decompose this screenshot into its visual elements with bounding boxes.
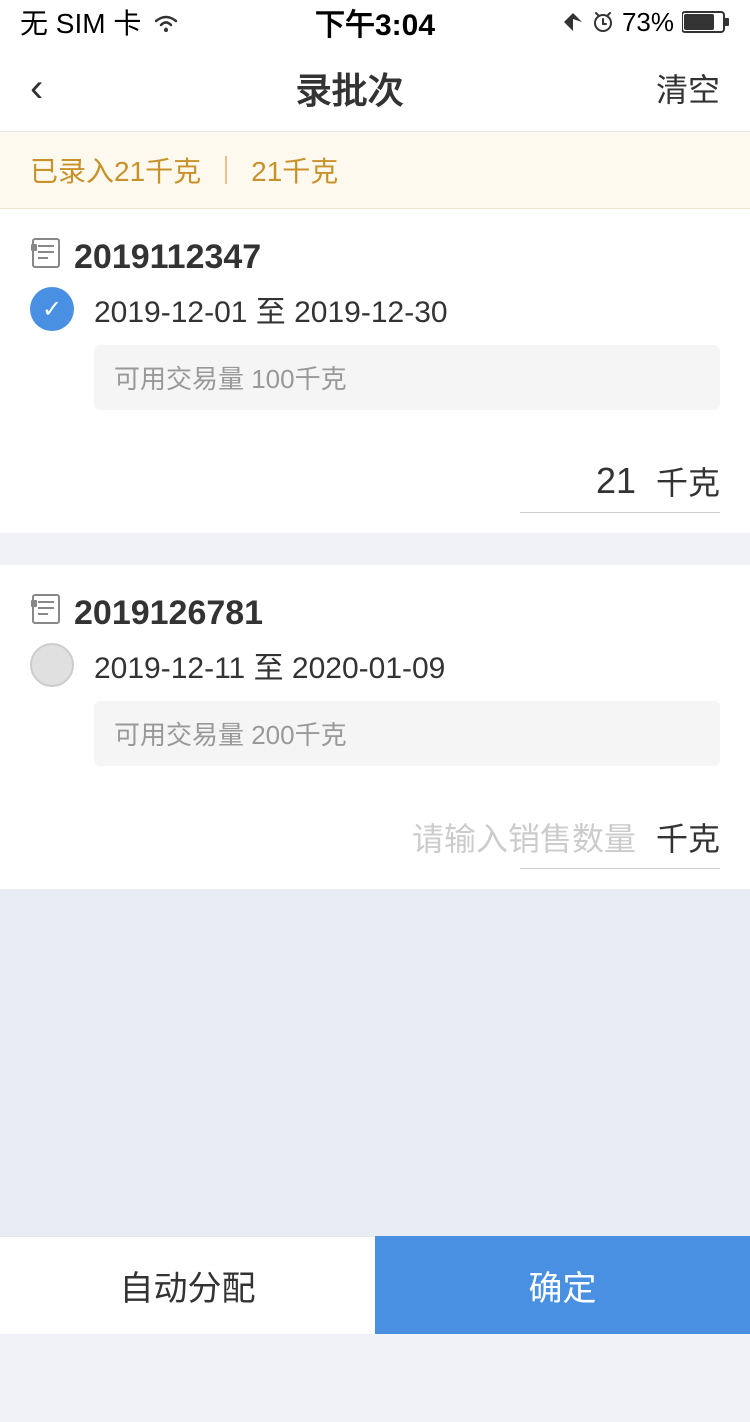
location-icon: [562, 11, 584, 33]
batch-item-1: 2019112347 ✓ 2019-12-01 至 2019-12-30 可用交…: [0, 209, 750, 533]
carrier-text: 无 SIM 卡: [20, 2, 141, 42]
page-title: 录批次: [296, 62, 404, 114]
batch-1-check-row[interactable]: ✓ 2019-12-01 至 2019-12-30: [30, 287, 720, 331]
check-mark-icon: ✓: [42, 295, 62, 324]
confirm-button[interactable]: 确定: [375, 1236, 750, 1334]
summary-value: 21千克: [251, 150, 338, 190]
batch-2-unit: 千克: [656, 814, 720, 860]
battery-icon: [682, 10, 730, 34]
batch-1-availability: 可用交易量 100千克: [94, 345, 720, 410]
batch-2-checkbox[interactable]: [30, 643, 74, 687]
status-right-area: 73%: [562, 7, 730, 38]
clear-button[interactable]: 清空: [656, 65, 720, 111]
batch-1-date: 2019-12-01 至 2019-12-30: [94, 287, 448, 331]
batch-1-icon: [30, 237, 62, 277]
batch-2-check-row[interactable]: 2019-12-11 至 2020-01-09: [30, 643, 720, 687]
bottom-spacer: [0, 1324, 750, 1422]
batch-2-icon: [30, 593, 62, 633]
batch-2-date: 2019-12-11 至 2020-01-09: [94, 643, 445, 687]
status-bar: 无 SIM 卡 下午3:04 73%: [0, 0, 750, 44]
battery-percent: 73%: [622, 7, 674, 38]
auto-distribute-button[interactable]: 自动分配: [0, 1236, 375, 1334]
batch-1-header: 2019112347: [30, 237, 720, 277]
batch-2-availability: 可用交易量 200千克: [94, 701, 720, 766]
batch-2-input-placeholder[interactable]: 请输入销售数量: [30, 814, 636, 860]
batch-1-id: 2019112347: [74, 238, 261, 277]
back-button[interactable]: ‹: [30, 68, 43, 108]
summary-banner: 已录入21千克 21千克: [0, 132, 750, 209]
batch-1-quantity-row: 21 千克: [0, 438, 750, 504]
status-carrier: 无 SIM 卡: [20, 2, 181, 42]
bottom-buttons: 自动分配 确定: [0, 1236, 750, 1334]
batch-2-quantity-row: 请输入销售数量 千克: [0, 794, 750, 860]
batch-1-checkbox[interactable]: ✓: [30, 287, 74, 331]
wifi-icon: [151, 11, 181, 33]
status-time: 下午3:04: [315, 0, 435, 44]
batch-2-header: 2019126781: [30, 593, 720, 633]
batch-item-2: 2019126781 2019-12-11 至 2020-01-09 可用交易量…: [0, 565, 750, 889]
batch-2-id: 2019126781: [74, 594, 263, 633]
summary-entered-label: 已录入21千克: [30, 150, 201, 190]
batch-1-unit: 千克: [656, 458, 720, 504]
summary-divider: [225, 156, 227, 184]
batch-1-quantity-value[interactable]: 21: [556, 460, 636, 502]
alarm-icon: [592, 11, 614, 33]
gap-1: [0, 533, 750, 549]
nav-bar: ‹ 录批次 清空: [0, 44, 750, 132]
